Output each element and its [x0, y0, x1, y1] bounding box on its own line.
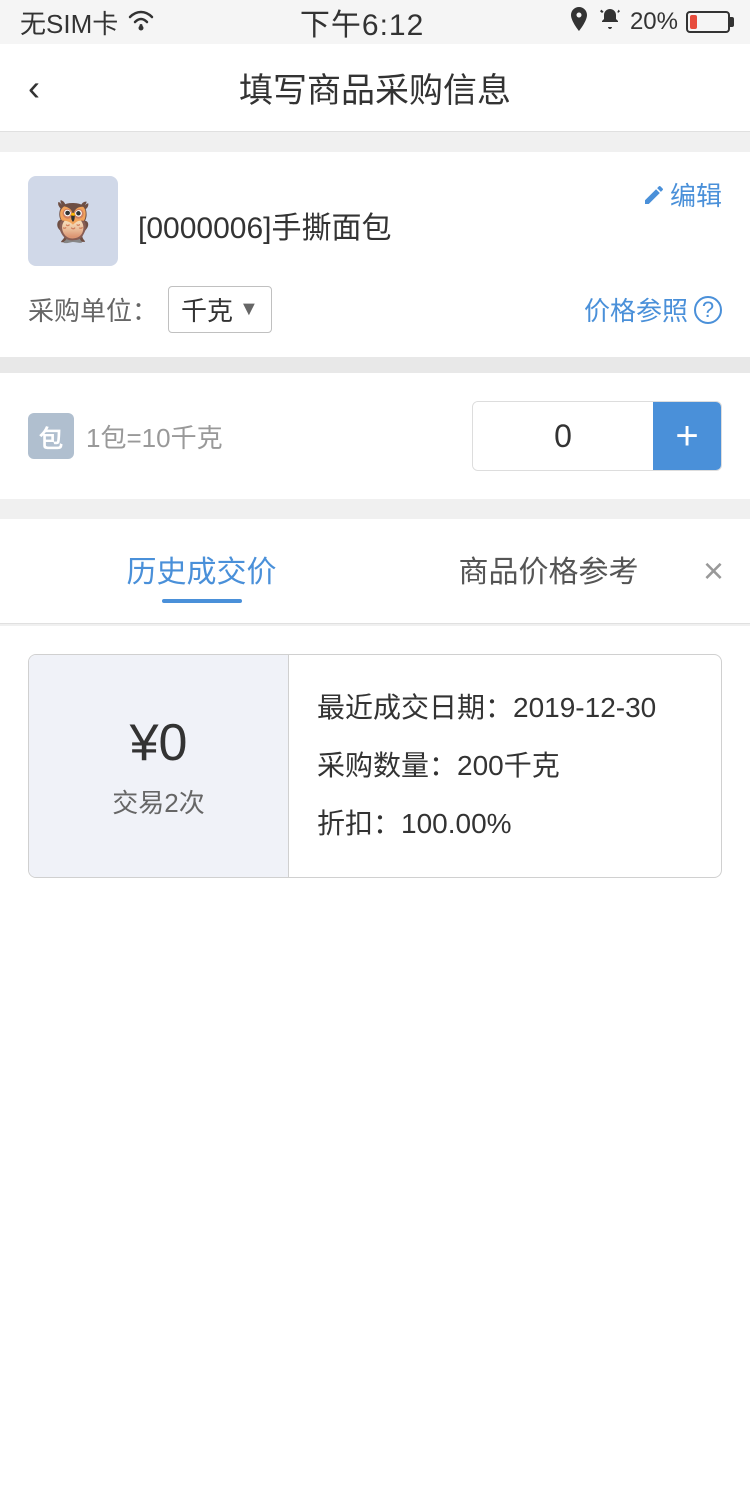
tab-active-underline [162, 599, 242, 603]
edit-button[interactable]: 编辑 [642, 176, 722, 213]
product-name: [0000006]手撕面包 [138, 203, 391, 247]
status-bar: 无SIM卡 下午6:12 20% [0, 0, 750, 44]
quantity-input-group: + [472, 401, 722, 471]
edit-label: 编辑 [670, 176, 722, 213]
purchase-qty-row: 采购数量：200千克 [317, 745, 693, 787]
back-button[interactable]: ‹ [28, 67, 40, 109]
product-card: 🦉 [0000006]手撕面包 编辑 采购单位： 千克 ▼ 价格参照 ? [0, 152, 750, 357]
trade-count: 交易2次 [112, 783, 204, 820]
quantity-row: 包 1包=10千克 + [0, 373, 750, 499]
tab-inactive-underline [509, 599, 589, 603]
status-left: 无SIM卡 [20, 4, 156, 41]
discount-row: 折扣：100.00% [317, 803, 693, 845]
price-ref-help-icon: ? [694, 296, 722, 324]
product-thumbnail-icon: 🦉 [48, 198, 98, 245]
unit-conversion: 1包=10千克 [86, 418, 223, 455]
product-unit-row: 采购单位： 千克 ▼ 价格参照 ? [28, 286, 722, 333]
quantity-unit-info: 包 1包=10千克 [28, 413, 223, 459]
wifi-icon [126, 7, 156, 38]
unit-select[interactable]: 千克 ▼ [168, 286, 272, 333]
price-left-panel: ¥0 交易2次 [29, 655, 289, 877]
price-ref-label: 价格参照 [584, 291, 688, 328]
purchase-qty-value: 200千克 [457, 750, 560, 781]
tab-price-reference[interactable]: 商品价格参考 [375, 519, 722, 623]
location-icon [568, 6, 590, 39]
tab-price-reference-label: 商品价格参考 [459, 547, 639, 591]
tabs-container: 历史成交价 商品价格参考 × [0, 519, 750, 624]
battery-icon [686, 11, 730, 33]
tabs-close-button[interactable]: × [693, 540, 734, 602]
status-time: 下午6:12 [300, 0, 424, 44]
product-left: 🦉 [0000006]手撕面包 [28, 176, 391, 266]
nav-bar: ‹ 填写商品采购信息 [0, 44, 750, 132]
discount-label: 折扣： [317, 808, 401, 839]
section-divider [0, 357, 750, 373]
bottom-space [0, 906, 750, 1506]
battery-text: 20% [630, 8, 678, 36]
tabs-row: 历史成交价 商品价格参考 × [0, 519, 750, 623]
price-data-section: ¥0 交易2次 最近成交日期：2019-12-30 采购数量：200千克 折扣：… [0, 626, 750, 906]
carrier-text: 无SIM卡 [20, 4, 118, 41]
purchase-qty-label: 采购数量： [317, 750, 457, 781]
alarm-icon [598, 7, 622, 38]
status-right: 20% [568, 6, 730, 39]
latest-date-row: 最近成交日期：2019-12-30 [317, 687, 693, 729]
price-ref-button[interactable]: 价格参照 ? [584, 291, 722, 328]
price-right-panel: 最近成交日期：2019-12-30 采购数量：200千克 折扣：100.00% [289, 655, 721, 877]
quantity-input[interactable] [473, 402, 653, 470]
product-image: 🦉 [28, 176, 118, 266]
price-amount: ¥0 [130, 713, 188, 773]
latest-date-label: 最近成交日期： [317, 692, 513, 723]
tab-history-price[interactable]: 历史成交价 [28, 519, 375, 623]
quantity-plus-button[interactable]: + [653, 402, 721, 470]
product-header: 🦉 [0000006]手撕面包 编辑 [28, 176, 722, 266]
unit-label: 采购单位： [28, 291, 158, 328]
page-title: 填写商品采购信息 [239, 63, 511, 112]
tab-history-price-label: 历史成交价 [127, 547, 277, 591]
latest-date-value: 2019-12-30 [513, 692, 656, 723]
price-data-card: ¥0 交易2次 最近成交日期：2019-12-30 采购数量：200千克 折扣：… [28, 654, 722, 878]
discount-value: 100.00% [401, 808, 512, 839]
unit-value: 千克 [181, 291, 233, 328]
unit-select-arrow-icon: ▼ [239, 298, 259, 321]
unit-box: 包 [28, 413, 74, 459]
